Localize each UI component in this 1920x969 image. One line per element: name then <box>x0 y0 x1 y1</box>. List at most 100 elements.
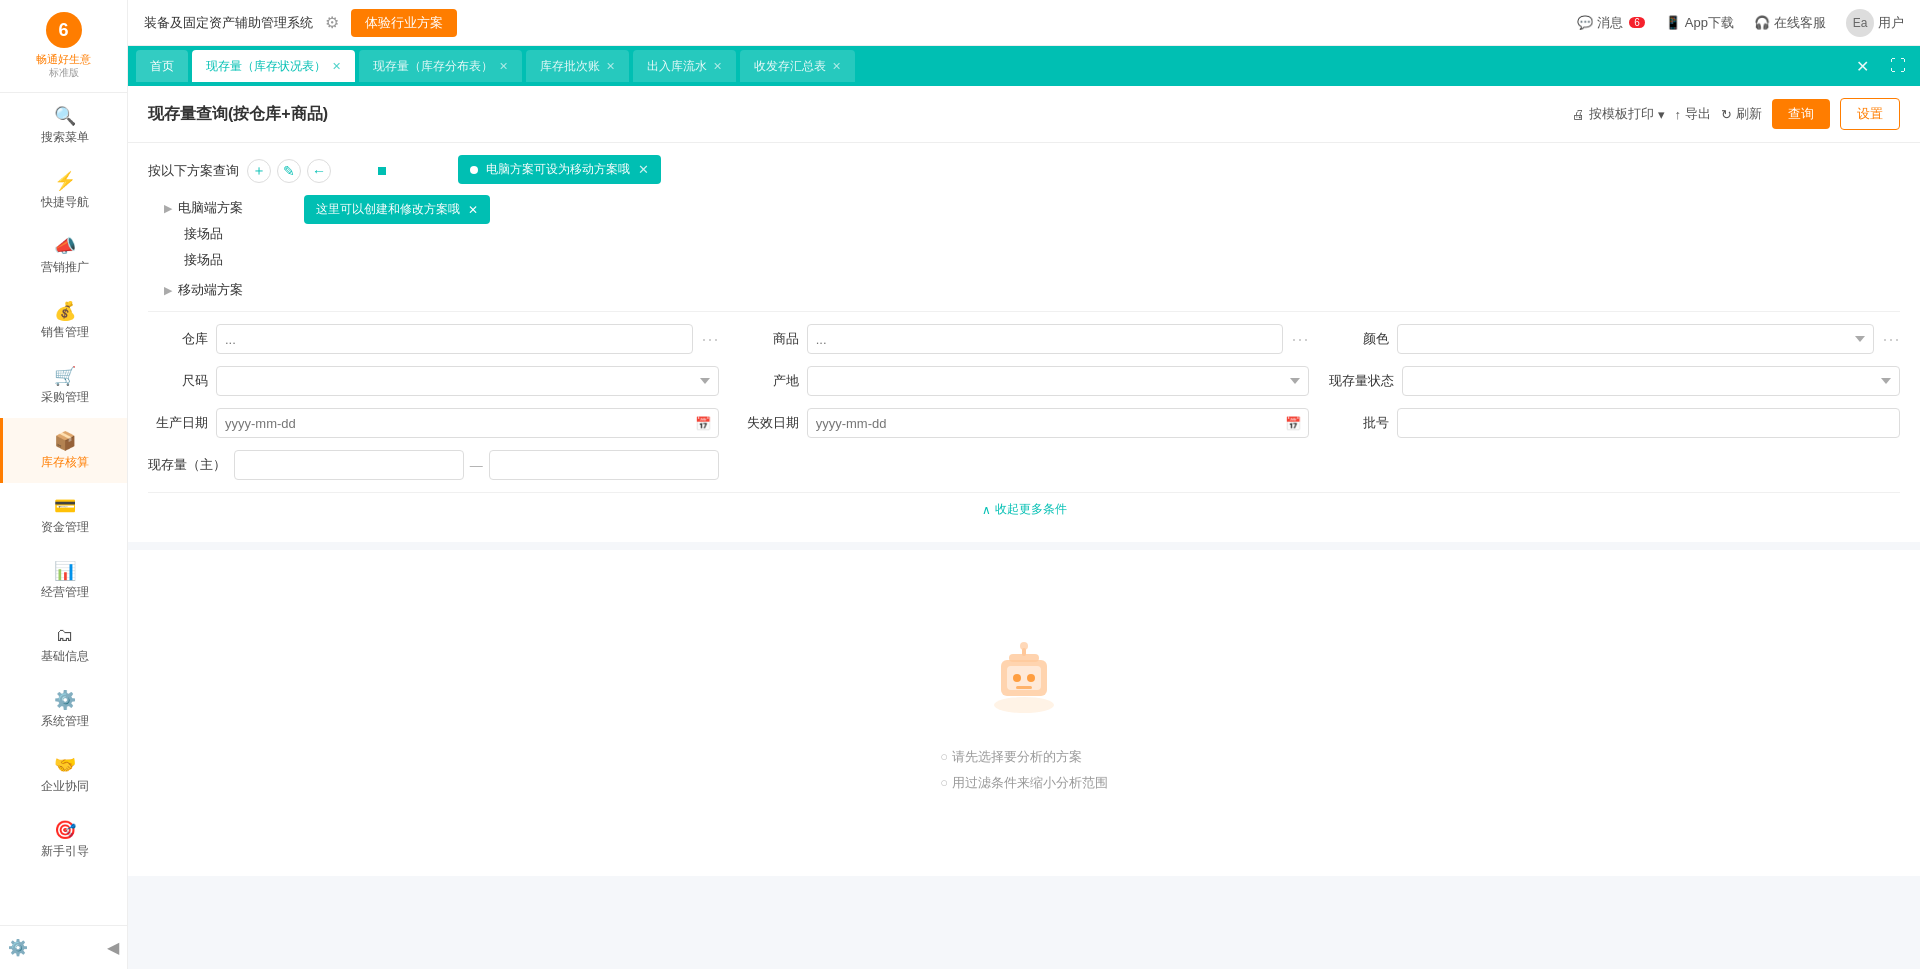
prod-date-input-wrap: 📅 <box>216 408 719 438</box>
prod-date-input[interactable] <box>216 408 719 438</box>
sidebar-item-inventory[interactable]: 📦 库存核算 <box>0 418 127 483</box>
collapse-bar[interactable]: ∧ 收起更多条件 <box>148 492 1900 526</box>
size-select[interactable] <box>216 366 719 396</box>
svg-point-3 <box>1013 674 1021 682</box>
sidebar-item-purchase[interactable]: 🛒 采购管理 <box>0 353 127 418</box>
system-name: 装备及固定资产辅助管理系统 <box>144 14 313 32</box>
prev-scheme-btn[interactable]: ← <box>307 159 331 183</box>
filter-color: 颜色 ⋯ <box>1329 324 1900 354</box>
tabbar-right-actions: ✕ ⛶ <box>1848 52 1912 80</box>
search-btn[interactable]: 查询 <box>1772 99 1830 129</box>
tooltip2-close-btn[interactable]: ✕ <box>468 203 478 217</box>
tab-close-in-out-flow[interactable]: ✕ <box>713 60 722 73</box>
filter-stock-status: 现存量状态 <box>1329 366 1900 396</box>
topbar-left: 装备及固定资产辅助管理系统 ⚙ 体验行业方案 <box>144 9 457 37</box>
app-name: 畅通好生意 <box>36 52 91 66</box>
sidebar-item-enterprise[interactable]: 🤝 企业协同 <box>0 742 127 807</box>
logo-icon: 6 <box>46 12 82 48</box>
arrow-icon2: ▶ <box>164 284 172 297</box>
main-area: 装备及固定资产辅助管理系统 ⚙ 体验行业方案 💬 消息 6 📱 App下载 🎧 … <box>128 0 1920 969</box>
tab-close-batch-account[interactable]: ✕ <box>606 60 615 73</box>
app-download-btn[interactable]: 📱 App下载 <box>1665 14 1734 32</box>
sidebar-item-sales[interactable]: 💰 销售管理 <box>0 288 127 353</box>
color-more-btn[interactable]: ⋯ <box>1882 328 1900 350</box>
scheme-mobile[interactable]: ▶ 移动端方案 <box>164 277 1900 303</box>
reset-btn[interactable]: 设置 <box>1840 98 1900 130</box>
scheme-desktop-items: 接场品 接场品 <box>184 221 1900 273</box>
range-separator: — <box>470 458 483 473</box>
tab-batch-account[interactable]: 库存批次账 ✕ <box>526 50 629 82</box>
filter-expiry-date: 失效日期 📅 <box>739 408 1310 438</box>
add-scheme-btn[interactable]: ＋ <box>247 159 271 183</box>
stock-status-select[interactable] <box>1402 366 1900 396</box>
scheme-desktop-item1[interactable]: 接场品 <box>184 221 1900 247</box>
filter-origin: 产地 <box>739 366 1310 396</box>
expiry-date-cal-icon[interactable]: 📅 <box>1285 416 1301 431</box>
print-btn[interactable]: 🖨 按模板打印 ▾ <box>1572 105 1665 123</box>
message-btn[interactable]: 💬 消息 6 <box>1577 14 1645 32</box>
svg-point-0 <box>994 697 1054 713</box>
tab-close-inventory-status[interactable]: ✕ <box>332 60 341 73</box>
prod-date-cal-icon[interactable]: 📅 <box>695 416 711 431</box>
filter-goods: 商品 ⋯ <box>739 324 1310 354</box>
tab-home[interactable]: 首页 <box>136 50 188 82</box>
filter-row-1: 仓库 ⋯ 商品 ⋯ 颜色 ⋯ <box>148 324 1900 354</box>
warehouse-more-btn[interactable]: ⋯ <box>701 328 719 350</box>
goods-more-btn[interactable]: ⋯ <box>1291 328 1309 350</box>
empty-state: 请先选择要分析的方案 用过滤条件来缩小分析范围 <box>128 550 1920 876</box>
topbar-gear-icon[interactable]: ⚙ <box>325 13 339 32</box>
online-support-btn[interactable]: 🎧 在线客服 <box>1754 14 1826 32</box>
sidebar-bottom: ⚙️ ◀ <box>0 925 127 969</box>
edit-scheme-btn[interactable]: ✎ <box>277 159 301 183</box>
tab-close-inventory-dist[interactable]: ✕ <box>499 60 508 73</box>
sidebar-item-marketing[interactable]: 📣 营销推广 <box>0 223 127 288</box>
scheme-desktop-item2[interactable]: 接场品 <box>184 247 1900 273</box>
filter-row-2: 尺码 产地 现存量状态 <box>148 366 1900 396</box>
color-select[interactable] <box>1397 324 1874 354</box>
print-icon: 🖨 <box>1572 107 1585 122</box>
goods-input[interactable] <box>807 324 1284 354</box>
batch-input[interactable] <box>1397 408 1900 438</box>
sidebar-item-operations[interactable]: 📊 经营管理 <box>0 548 127 613</box>
scheme-tree: ▶ 电脑端方案 接场品 接场品 这里可以创建和修改方案哦 ✕ <box>164 195 1900 303</box>
tab-close-receive-summary[interactable]: ✕ <box>832 60 841 73</box>
empty-tip-2: 用过滤条件来缩小分析范围 <box>940 770 1107 796</box>
sidebar-item-search[interactable]: 🔍 搜索菜单 <box>0 93 127 158</box>
stock-main-max[interactable] <box>489 450 719 480</box>
filter-section: 按以下方案查询 ＋ ✎ ← 电脑方案可设为移动方案哦 ✕ <box>128 143 1920 542</box>
message-badge: 6 <box>1629 17 1645 28</box>
sidebar-item-guide[interactable]: 🎯 新手引导 <box>0 807 127 872</box>
avatar: Ea <box>1846 9 1874 37</box>
sidebar-settings-btn[interactable]: ⚙️ <box>8 938 28 957</box>
stock-main-min[interactable] <box>234 450 464 480</box>
expiry-date-input[interactable] <box>807 408 1310 438</box>
tab-inventory-status[interactable]: 现存量（库存状况表） ✕ <box>192 50 355 82</box>
tab-receive-summary[interactable]: 收发存汇总表 ✕ <box>740 50 855 82</box>
warehouse-input[interactable] <box>216 324 693 354</box>
tab-in-out-flow[interactable]: 出入库流水 ✕ <box>633 50 736 82</box>
export-icon: ↑ <box>1675 107 1682 122</box>
tooltip1-close-btn[interactable]: ✕ <box>638 162 649 177</box>
sidebar-collapse-btn[interactable]: ◀ <box>107 938 119 957</box>
filter-warehouse: 仓库 ⋯ <box>148 324 719 354</box>
refresh-btn[interactable]: ↻ 刷新 <box>1721 105 1762 123</box>
export-btn[interactable]: ↑ 导出 <box>1675 105 1712 123</box>
size-label: 尺码 <box>148 372 208 390</box>
origin-select[interactable] <box>807 366 1310 396</box>
sidebar-item-basic[interactable]: 🗂 基础信息 <box>0 613 127 677</box>
phone-icon: 📱 <box>1665 15 1681 30</box>
expand-btn[interactable]: ⛶ <box>1884 52 1912 80</box>
tab-inventory-dist[interactable]: 现存量（库存分布表） ✕ <box>359 50 522 82</box>
empty-tip-1: 请先选择要分析的方案 <box>940 744 1107 770</box>
tabbar: 首页 现存量（库存状况表） ✕ 现存量（库存分布表） ✕ 库存批次账 ✕ 出入库… <box>128 46 1920 86</box>
expiry-date-label: 失效日期 <box>739 414 799 432</box>
connector-dots <box>378 167 386 175</box>
user-menu-btn[interactable]: Ea 用户 <box>1846 9 1904 37</box>
sidebar-item-finance[interactable]: 💳 资金管理 <box>0 483 127 548</box>
sidebar-item-system[interactable]: ⚙️ 系统管理 <box>0 677 127 742</box>
close-all-tabs-btn[interactable]: ✕ <box>1848 52 1876 80</box>
sidebar-item-quick[interactable]: ⚡ 快捷导航 <box>0 158 127 223</box>
trial-btn[interactable]: 体验行业方案 <box>351 9 457 37</box>
sidebar-nav: 🔍 搜索菜单 ⚡ 快捷导航 📣 营销推广 💰 销售管理 🛒 采购管理 📦 库存核… <box>0 93 127 925</box>
filter-stock-main: 现存量（主） — <box>148 450 719 480</box>
